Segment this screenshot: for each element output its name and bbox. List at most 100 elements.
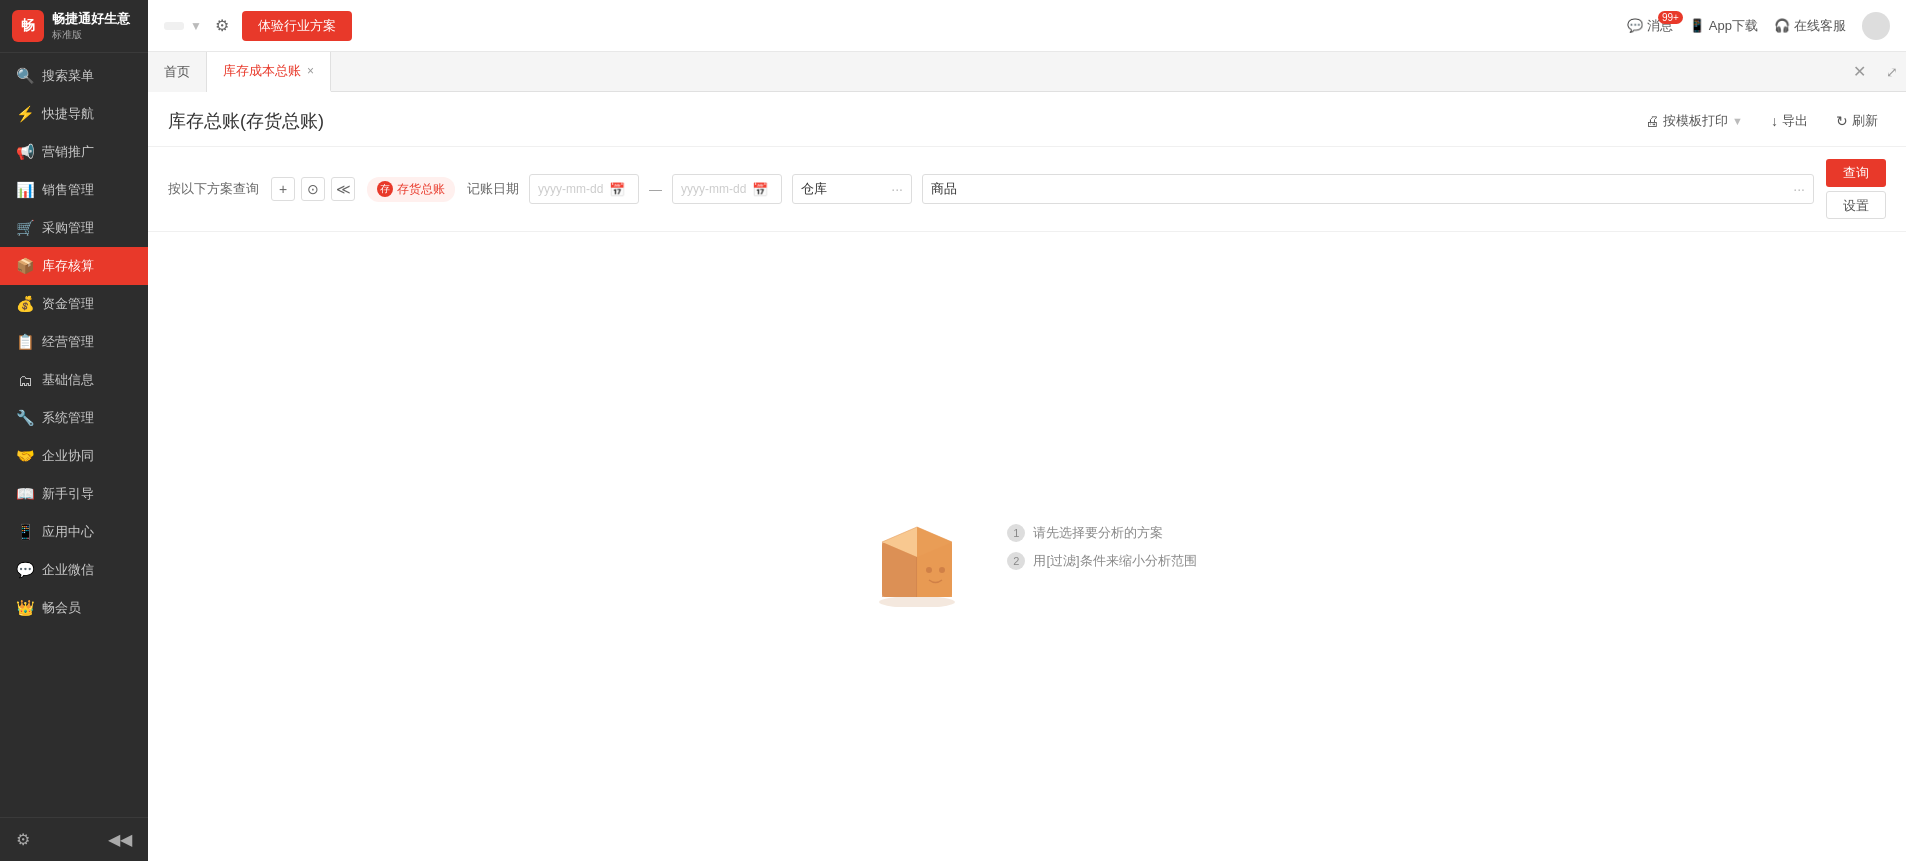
quick-nav-icon: ⚡ [16, 105, 34, 123]
sidebar-item-label: 系统管理 [42, 409, 94, 427]
footer-collapse-icon[interactable]: ◀◀ [108, 830, 132, 849]
sidebar-item-guide[interactable]: 📖 新手引导 [0, 475, 148, 513]
date-separator: — [649, 182, 662, 197]
sidebar-item-basic-info[interactable]: 🗂 基础信息 [0, 361, 148, 399]
hint-num-1: 1 [1007, 524, 1025, 542]
sidebar-item-sales[interactable]: 📊 销售管理 [0, 171, 148, 209]
hint-num-2: 2 [1007, 552, 1025, 570]
product-label: 商品 [931, 180, 957, 198]
tab-home-label: 首页 [164, 63, 190, 81]
wechat-icon: 💬 [16, 561, 34, 579]
hint-text-1: 请先选择要分析的方案 [1033, 524, 1163, 542]
topbar-right: 💬 消息 99+ 📱 App下载 🎧 在线客服 [1627, 12, 1890, 40]
warehouse-more-icon: ··· [891, 181, 903, 197]
sales-icon: 📊 [16, 181, 34, 199]
warehouse-select[interactable]: 仓库 ··· [792, 174, 912, 204]
svg-point-8 [926, 567, 932, 573]
tab-panel-close-btn[interactable]: ✕ [1841, 62, 1878, 81]
empty-hints: 1 请先选择要分析的方案 2 用[过滤]条件来缩小分析范围 [1007, 524, 1196, 570]
svg-point-0 [879, 596, 955, 607]
empty-state: 1 请先选择要分析的方案 2 用[过滤]条件来缩小分析范围 [148, 232, 1906, 861]
online-service-btn[interactable]: 🎧 在线客服 [1774, 17, 1846, 35]
sidebar-item-label: 基础信息 [42, 371, 94, 389]
print-btn[interactable]: 🖨 按模板打印 ▼ [1637, 108, 1751, 134]
main-content: ▼ ⚙ 体验行业方案 💬 消息 99+ 📱 App下载 🎧 在线客服 [148, 0, 1906, 861]
trial-button[interactable]: 体验行业方案 [242, 11, 352, 41]
tab-panel-expand-btn[interactable]: ⤢ [1878, 64, 1906, 80]
settings-button[interactable]: 设置 [1826, 191, 1886, 219]
page-title: 库存总账(存货总账) [168, 109, 324, 133]
sidebar-item-label: 经营管理 [42, 333, 94, 351]
page-header-actions: 🖨 按模板打印 ▼ ↓ 导出 ↻ 刷新 [1637, 108, 1886, 134]
search-icon: 🔍 [16, 67, 34, 85]
sidebar-item-inventory[interactable]: 📦 库存核算 [0, 247, 148, 285]
manage-scheme-btn[interactable]: ⊙ [301, 177, 325, 201]
app-logo: 畅 畅捷通好生意 标准版 [0, 0, 148, 53]
product-select[interactable]: 商品 ··· [922, 174, 1814, 204]
date-start-placeholder: yyyy-mm-dd [538, 182, 603, 196]
sidebar-item-operations[interactable]: 📋 经营管理 [0, 323, 148, 361]
export-label: 导出 [1782, 112, 1808, 130]
phone-icon: 📱 [1689, 18, 1705, 33]
message-icon: 💬 [1627, 18, 1643, 33]
empty-box-svg [857, 487, 977, 607]
sidebar-item-marketing[interactable]: 📢 营销推广 [0, 133, 148, 171]
hint-text-2: 用[过滤]条件来缩小分析范围 [1033, 552, 1196, 570]
cooperation-icon: 🤝 [16, 447, 34, 465]
filter-bar: 按以下方案查询 + ⊙ ≪ 存 存货总账 记账日期 yyyy-mm-dd 📅 —… [148, 147, 1906, 232]
sidebar-item-finance[interactable]: 💰 资金管理 [0, 285, 148, 323]
app-center-icon: 📱 [16, 523, 34, 541]
sidebar-item-purchase[interactable]: 🛒 采购管理 [0, 209, 148, 247]
user-avatar[interactable] [1862, 12, 1890, 40]
sidebar-item-app-center[interactable]: 📱 应用中心 [0, 513, 148, 551]
sidebar-item-label: 快捷导航 [42, 105, 94, 123]
date-field-label: 记账日期 [467, 180, 519, 198]
sidebar-item-search[interactable]: 🔍 搜索菜单 [0, 57, 148, 95]
filter-scheme-item[interactable]: 存 存货总账 [367, 177, 455, 202]
sidebar-item-label: 营销推广 [42, 143, 94, 161]
refresh-btn[interactable]: ↻ 刷新 [1828, 108, 1886, 134]
refresh-label: 刷新 [1852, 112, 1878, 130]
sidebar-item-cooperation[interactable]: 🤝 企业协同 [0, 437, 148, 475]
tab-inventory-ledger[interactable]: 库存成本总账 × [207, 52, 331, 92]
sidebar-item-quick-nav[interactable]: ⚡ 快捷导航 [0, 95, 148, 133]
tab-close-icon[interactable]: × [307, 64, 314, 78]
sidebar-item-member[interactable]: 👑 畅会员 [0, 589, 148, 627]
footer-settings-icon[interactable]: ⚙ [16, 830, 30, 849]
app-download-btn[interactable]: 📱 App下载 [1689, 17, 1758, 35]
page-header: 库存总账(存货总账) 🖨 按模板打印 ▼ ↓ 导出 ↻ 刷新 [148, 92, 1906, 147]
breadcrumb-arrow: ▼ [190, 19, 202, 33]
message-btn[interactable]: 💬 消息 99+ [1627, 17, 1673, 35]
sidebar-item-label: 新手引导 [42, 485, 94, 503]
message-badge: 99+ [1658, 11, 1683, 24]
collapse-filter-btn[interactable]: ≪ [331, 177, 355, 201]
scheme-name: 存货总账 [397, 181, 445, 198]
calendar-start-icon: 📅 [609, 182, 625, 197]
print-arrow-icon: ▼ [1732, 115, 1743, 127]
sidebar-item-wechat[interactable]: 💬 企业微信 [0, 551, 148, 589]
date-end-placeholder: yyyy-mm-dd [681, 182, 746, 196]
app-download-label: App下载 [1709, 17, 1758, 35]
topbar: ▼ ⚙ 体验行业方案 💬 消息 99+ 📱 App下载 🎧 在线客服 [148, 0, 1906, 52]
finance-icon: 💰 [16, 295, 34, 313]
inventory-icon: 📦 [16, 257, 34, 275]
online-service-label: 在线客服 [1794, 17, 1846, 35]
app-name: 畅捷通好生意 [52, 11, 130, 28]
date-end-input[interactable]: yyyy-mm-dd 📅 [672, 174, 782, 204]
print-icon: 🖨 [1645, 113, 1659, 129]
topbar-settings-btn[interactable]: ⚙ [208, 12, 236, 40]
date-start-input[interactable]: yyyy-mm-dd 📅 [529, 174, 639, 204]
app-version: 标准版 [52, 28, 130, 41]
filter-label: 按以下方案查询 [168, 180, 259, 198]
sidebar-item-label: 搜索菜单 [42, 67, 94, 85]
hint-item-1: 1 请先选择要分析的方案 [1007, 524, 1196, 542]
tab-home[interactable]: 首页 [148, 52, 207, 92]
sidebar-footer: ⚙ ◀◀ [0, 817, 148, 861]
scheme-icon: 存 [377, 181, 393, 197]
export-btn[interactable]: ↓ 导出 [1763, 108, 1816, 134]
operations-icon: 📋 [16, 333, 34, 351]
sidebar-item-label: 企业协同 [42, 447, 94, 465]
add-scheme-btn[interactable]: + [271, 177, 295, 201]
query-button[interactable]: 查询 [1826, 159, 1886, 187]
sidebar-item-system[interactable]: 🔧 系统管理 [0, 399, 148, 437]
